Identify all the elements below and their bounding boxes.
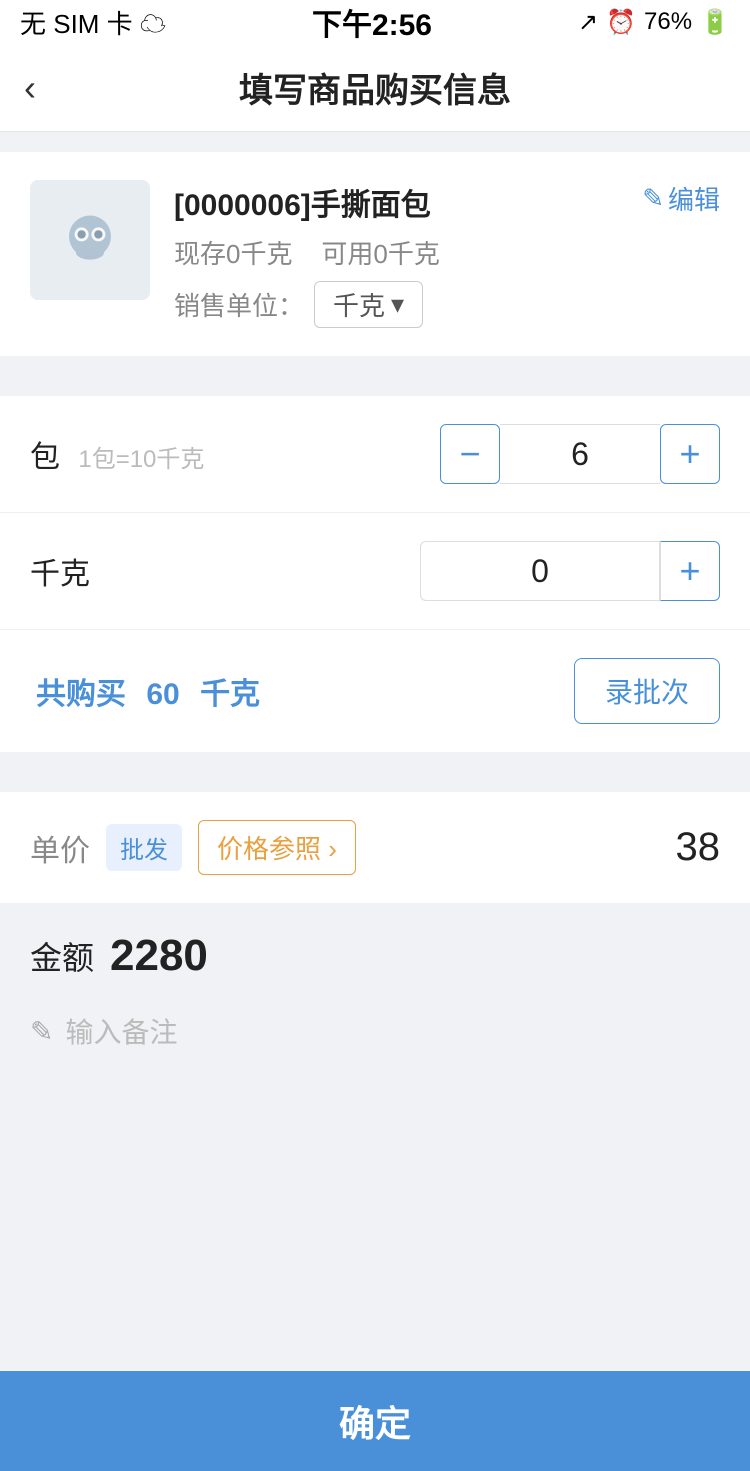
page-title: 填写商品购买信息 [239, 63, 511, 112]
alarm-icon: ⏰ [606, 8, 636, 37]
amount-row: 金额 2280 [30, 931, 720, 981]
remark-icon: ✎ [30, 1015, 53, 1048]
battery-text: 76% [644, 8, 692, 36]
divider-2 [0, 752, 750, 772]
status-right: ↗ ⏰ 76% 🔋 [578, 8, 730, 37]
edit-icon: ✎ [642, 183, 664, 214]
bao-section: 包 1包=10千克 − + 千克 + [0, 396, 750, 630]
edit-label: 编辑 [668, 180, 720, 217]
back-button[interactable]: ‹ [24, 67, 36, 109]
product-stock: 现存0千克 可用0千克 [174, 234, 720, 271]
content-fill [0, 1071, 750, 1371]
nav-bar: ‹ 填写商品购买信息 [0, 44, 750, 132]
product-title: 手撕面包 [311, 189, 431, 222]
battery-icon: 🔋 [700, 8, 730, 37]
product-name: [0000006]手撕面包 [174, 180, 431, 224]
total-text: 共购买 60 千克 [30, 669, 266, 713]
amount-value: 2280 [110, 931, 208, 981]
kg-qty-input[interactable] [420, 541, 660, 601]
price-value: 38 [676, 825, 721, 870]
amount-label: 金额 [30, 933, 94, 979]
location-icon: ↗ [578, 8, 598, 37]
price-label: 单价 [30, 826, 90, 870]
unit-dropdown-icon: ▾ [391, 289, 404, 320]
product-id: [0000006] [174, 189, 311, 222]
status-left: 无 SIM 卡 ☁ [20, 4, 166, 41]
available-text: 可用0千克 [321, 239, 439, 269]
unit-label: 销售单位： [174, 286, 304, 323]
product-thumb-icon [55, 205, 125, 275]
price-tag-wholesale: 批发 [106, 824, 182, 871]
price-reference-button[interactable]: 价格参照 › [198, 820, 356, 875]
remark-row[interactable]: ✎ 输入备注 [30, 1001, 720, 1071]
sim-text: 无 SIM 卡 ☁ [20, 4, 166, 41]
divider-1 [0, 356, 750, 376]
bao-minus-button[interactable]: − [440, 424, 500, 484]
total-amount: 60 [146, 678, 179, 711]
bao-qty-input[interactable] [500, 424, 660, 484]
status-time: 下午2:56 [312, 0, 432, 44]
status-bar: 无 SIM 卡 ☁ 下午2:56 ↗ ⏰ 76% 🔋 [0, 0, 750, 44]
product-unit-row: 销售单位： 千克 ▾ [174, 281, 720, 328]
product-card: [0000006]手撕面包 ✎ 编辑 现存0千克 可用0千克 销售单位： 千克 … [0, 152, 750, 356]
bao-label: 包 1包=10千克 [30, 432, 440, 476]
bao-qty-control: − + [440, 424, 720, 484]
record-batch-button[interactable]: 录批次 [574, 658, 720, 724]
product-thumbnail [30, 180, 150, 300]
bao-plus-button[interactable]: + [660, 424, 720, 484]
bao-row: 包 1包=10千克 − + [0, 396, 750, 513]
total-unit: 千克 [200, 678, 260, 711]
unit-selector[interactable]: 千克 ▾ [314, 281, 423, 328]
bao-hint: 1包=10千克 [78, 446, 204, 473]
kg-qty-control: + [420, 541, 720, 601]
stock-text: 现存0千克 [174, 239, 292, 269]
unit-value: 千克 [333, 286, 385, 323]
total-row: 共购买 60 千克 录批次 [0, 630, 750, 752]
price-section: 单价 批发 价格参照 › 38 [0, 792, 750, 903]
edit-button[interactable]: ✎ 编辑 [642, 180, 720, 217]
kg-row: 千克 + [0, 513, 750, 630]
kg-label: 千克 [30, 549, 420, 593]
product-info: [0000006]手撕面包 ✎ 编辑 现存0千克 可用0千克 销售单位： 千克 … [174, 180, 720, 328]
confirm-button[interactable]: 确定 [0, 1371, 750, 1471]
amount-section: 金额 2280 ✎ 输入备注 [0, 903, 750, 1071]
kg-plus-button[interactable]: + [660, 541, 720, 601]
total-prefix: 共购买 [36, 678, 126, 711]
remark-placeholder: 输入备注 [65, 1011, 177, 1051]
